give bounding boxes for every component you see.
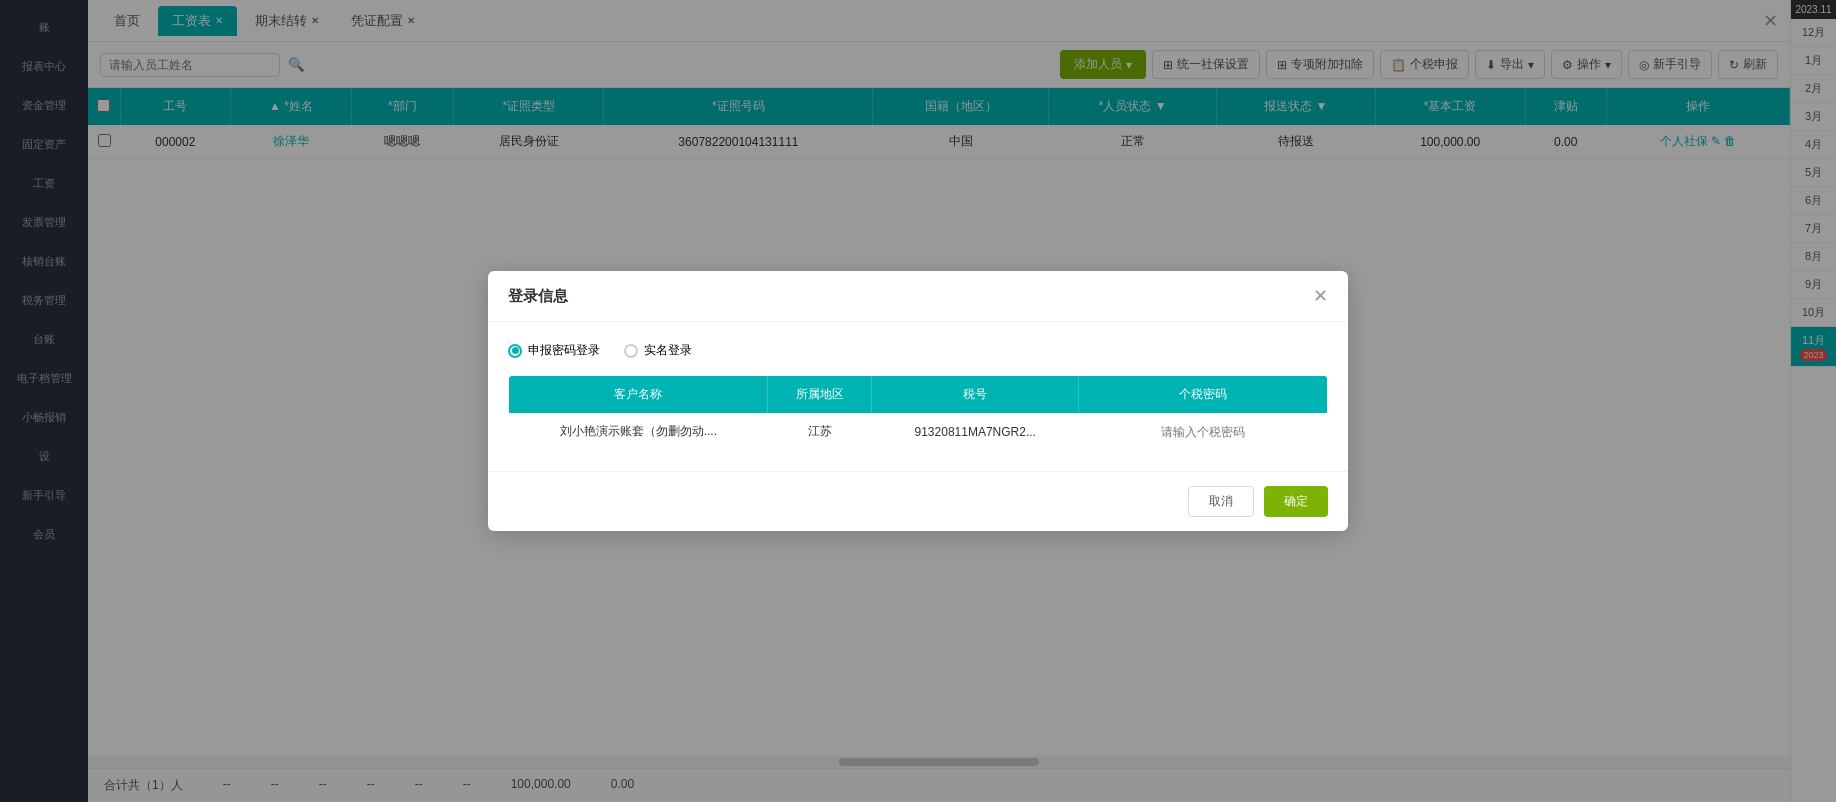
tax-no-cell: 91320811MA7NGR2... — [872, 413, 1079, 451]
tax-pwd-cell[interactable] — [1079, 413, 1328, 451]
region-cell: 江苏 — [768, 413, 872, 451]
radio-password-circle — [508, 344, 522, 358]
radio-realname-login[interactable]: 实名登录 — [624, 342, 692, 359]
dialog-footer: 取消 确定 — [488, 471, 1348, 531]
dialog-close-btn[interactable]: ✕ — [1313, 285, 1328, 307]
tax-pwd-input[interactable] — [1091, 425, 1315, 439]
col-tax-pwd: 个税密码 — [1079, 376, 1328, 414]
login-info-table: 客户名称 所属地区 税号 个税密码 刘小艳演示账套（勿删勿动.... 江苏 91… — [508, 375, 1328, 451]
cancel-button[interactable]: 取消 — [1188, 486, 1254, 517]
radio-realname-circle — [624, 344, 638, 358]
dialog-table-row: 刘小艳演示账套（勿删勿动.... 江苏 91320811MA7NGR2... — [509, 413, 1328, 451]
login-dialog: 登录信息 ✕ 申报密码登录 实名登录 客户名称 所属地区 — [488, 271, 1348, 531]
client-name-cell: 刘小艳演示账套（勿删勿动.... — [509, 413, 768, 451]
radio-group: 申报密码登录 实名登录 — [508, 342, 1328, 359]
dialog-body: 申报密码登录 实名登录 客户名称 所属地区 税号 个税密码 — [488, 322, 1348, 471]
dialog-overlay[interactable]: 登录信息 ✕ 申报密码登录 实名登录 客户名称 所属地区 — [0, 0, 1836, 802]
col-client-name: 客户名称 — [509, 376, 768, 414]
radio-realname-label: 实名登录 — [644, 342, 692, 359]
confirm-button[interactable]: 确定 — [1264, 486, 1328, 517]
radio-password-label: 申报密码登录 — [528, 342, 600, 359]
radio-password-login[interactable]: 申报密码登录 — [508, 342, 600, 359]
dialog-header: 登录信息 ✕ — [488, 271, 1348, 322]
dialog-title: 登录信息 — [508, 287, 568, 306]
col-tax-no: 税号 — [872, 376, 1079, 414]
col-region: 所属地区 — [768, 376, 872, 414]
